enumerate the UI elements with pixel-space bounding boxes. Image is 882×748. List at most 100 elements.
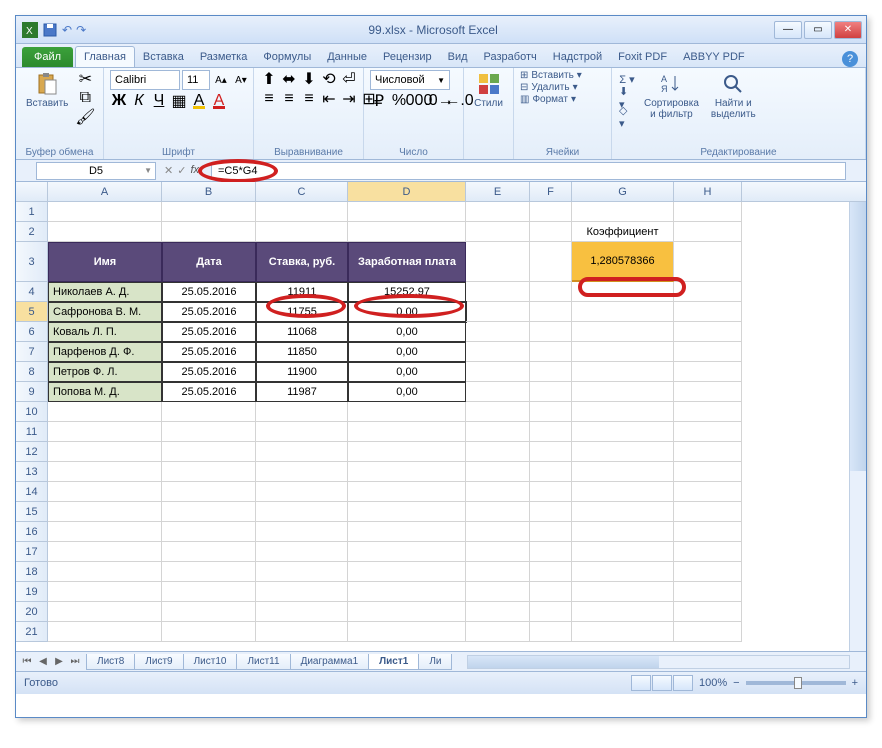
cell-A5[interactable]: Сафронова В. М. <box>48 302 162 322</box>
sheet-tab-1[interactable]: Лист9 <box>134 654 183 670</box>
cell-F13[interactable] <box>530 462 572 482</box>
find-select-button[interactable]: Найти и выделить <box>707 70 760 122</box>
cell-G7[interactable] <box>572 342 674 362</box>
cell-E5[interactable] <box>466 302 530 322</box>
cell-E15[interactable] <box>466 502 530 522</box>
sheet-tab-4[interactable]: Диаграмма1 <box>290 654 370 670</box>
cell-B14[interactable] <box>162 482 256 502</box>
cell-G11[interactable] <box>572 422 674 442</box>
cell-B6[interactable]: 25.05.2016 <box>162 322 256 342</box>
cell-G20[interactable] <box>572 602 674 622</box>
tab-home[interactable]: Главная <box>75 46 135 67</box>
row-12[interactable]: 12 <box>16 442 48 462</box>
border-icon[interactable]: ▦ <box>170 92 188 110</box>
cell-H17[interactable] <box>674 542 742 562</box>
tab-layout[interactable]: Разметка <box>192 47 256 67</box>
cell-E19[interactable] <box>466 582 530 602</box>
cell-H10[interactable] <box>674 402 742 422</box>
cell-D16[interactable] <box>348 522 466 542</box>
tab-addins[interactable]: Надстрой <box>545 47 610 67</box>
view-layout-icon[interactable] <box>652 675 672 691</box>
cell-F3[interactable] <box>530 242 572 282</box>
cell-C19[interactable] <box>256 582 348 602</box>
cell-C4[interactable]: 11911 <box>256 282 348 302</box>
cell-D17[interactable] <box>348 542 466 562</box>
cell-F19[interactable] <box>530 582 572 602</box>
cell-E14[interactable] <box>466 482 530 502</box>
cell-G9[interactable] <box>572 382 674 402</box>
hscroll-thumb[interactable] <box>468 656 658 668</box>
align-bottom-icon[interactable]: ⬇ <box>300 70 318 88</box>
cell-D2[interactable] <box>348 222 466 242</box>
cell-B7[interactable]: 25.05.2016 <box>162 342 256 362</box>
cell-F17[interactable] <box>530 542 572 562</box>
cell-A6[interactable]: Коваль Л. П. <box>48 322 162 342</box>
enter-formula-icon[interactable]: ✓ <box>177 164 186 177</box>
col-D[interactable]: D <box>348 182 466 201</box>
last-sheet-icon[interactable]: ⏭ <box>68 656 82 667</box>
cell-D7[interactable]: 0,00 <box>348 342 466 362</box>
decrease-font-icon[interactable]: A▾ <box>232 71 250 89</box>
row-10[interactable]: 10 <box>16 402 48 422</box>
cell-F1[interactable] <box>530 202 572 222</box>
cell-H4[interactable] <box>674 282 742 302</box>
cell-B17[interactable] <box>162 542 256 562</box>
tab-view[interactable]: Вид <box>440 47 476 67</box>
font-name-combo[interactable]: Calibri <box>110 70 180 90</box>
cell-E4[interactable] <box>466 282 530 302</box>
orientation-icon[interactable]: ⟲ <box>320 70 338 88</box>
cell-E6[interactable] <box>466 322 530 342</box>
cell-C5[interactable]: 11755 <box>256 302 348 322</box>
cell-H3[interactable] <box>674 242 742 282</box>
col-E[interactable]: E <box>466 182 530 201</box>
align-top-icon[interactable]: ⬆ <box>260 70 278 88</box>
cell-F6[interactable] <box>530 322 572 342</box>
cell-F14[interactable] <box>530 482 572 502</box>
cell-E3[interactable] <box>466 242 530 282</box>
cell-C7[interactable]: 11850 <box>256 342 348 362</box>
cell-A15[interactable] <box>48 502 162 522</box>
italic-icon[interactable]: К <box>130 92 148 110</box>
increase-font-icon[interactable]: A▴ <box>212 71 230 89</box>
cell-G6[interactable] <box>572 322 674 342</box>
styles-button[interactable]: Стили <box>470 70 507 111</box>
cell-G1[interactable] <box>572 202 674 222</box>
cell-G21[interactable] <box>572 622 674 642</box>
clear-icon[interactable]: ◇ ▾ <box>618 108 636 126</box>
cell-D21[interactable] <box>348 622 466 642</box>
bold-icon[interactable]: Ж <box>110 92 128 110</box>
cell-B21[interactable] <box>162 622 256 642</box>
cell-G8[interactable] <box>572 362 674 382</box>
cell-G3[interactable]: 1,280578366 <box>572 242 674 282</box>
cell-G16[interactable] <box>572 522 674 542</box>
row-16[interactable]: 16 <box>16 522 48 542</box>
row-3[interactable]: 3 <box>16 242 48 282</box>
cell-C17[interactable] <box>256 542 348 562</box>
decrease-indent-icon[interactable]: ⇤ <box>320 90 338 108</box>
cell-A12[interactable] <box>48 442 162 462</box>
cell-C11[interactable] <box>256 422 348 442</box>
horizontal-scrollbar[interactable] <box>467 655 850 669</box>
align-middle-icon[interactable]: ⬌ <box>280 70 298 88</box>
cell-E7[interactable] <box>466 342 530 362</box>
undo-icon[interactable]: ↶ <box>62 23 72 37</box>
tab-insert[interactable]: Вставка <box>135 47 192 67</box>
cell-E16[interactable] <box>466 522 530 542</box>
cell-E17[interactable] <box>466 542 530 562</box>
sheet-tab-0[interactable]: Лист8 <box>86 654 135 670</box>
cell-E20[interactable] <box>466 602 530 622</box>
row-18[interactable]: 18 <box>16 562 48 582</box>
cell-G2[interactable]: Коэффициент <box>572 222 674 242</box>
close-button[interactable]: ✕ <box>834 21 862 39</box>
cell-C10[interactable] <box>256 402 348 422</box>
cell-H7[interactable] <box>674 342 742 362</box>
cell-F8[interactable] <box>530 362 572 382</box>
cell-A20[interactable] <box>48 602 162 622</box>
row-9[interactable]: 9 <box>16 382 48 402</box>
zoom-in-icon[interactable]: + <box>852 677 858 689</box>
cell-B18[interactable] <box>162 562 256 582</box>
help-icon[interactable]: ? <box>842 51 858 67</box>
cell-H5[interactable] <box>674 302 742 322</box>
cell-E10[interactable] <box>466 402 530 422</box>
cell-H9[interactable] <box>674 382 742 402</box>
